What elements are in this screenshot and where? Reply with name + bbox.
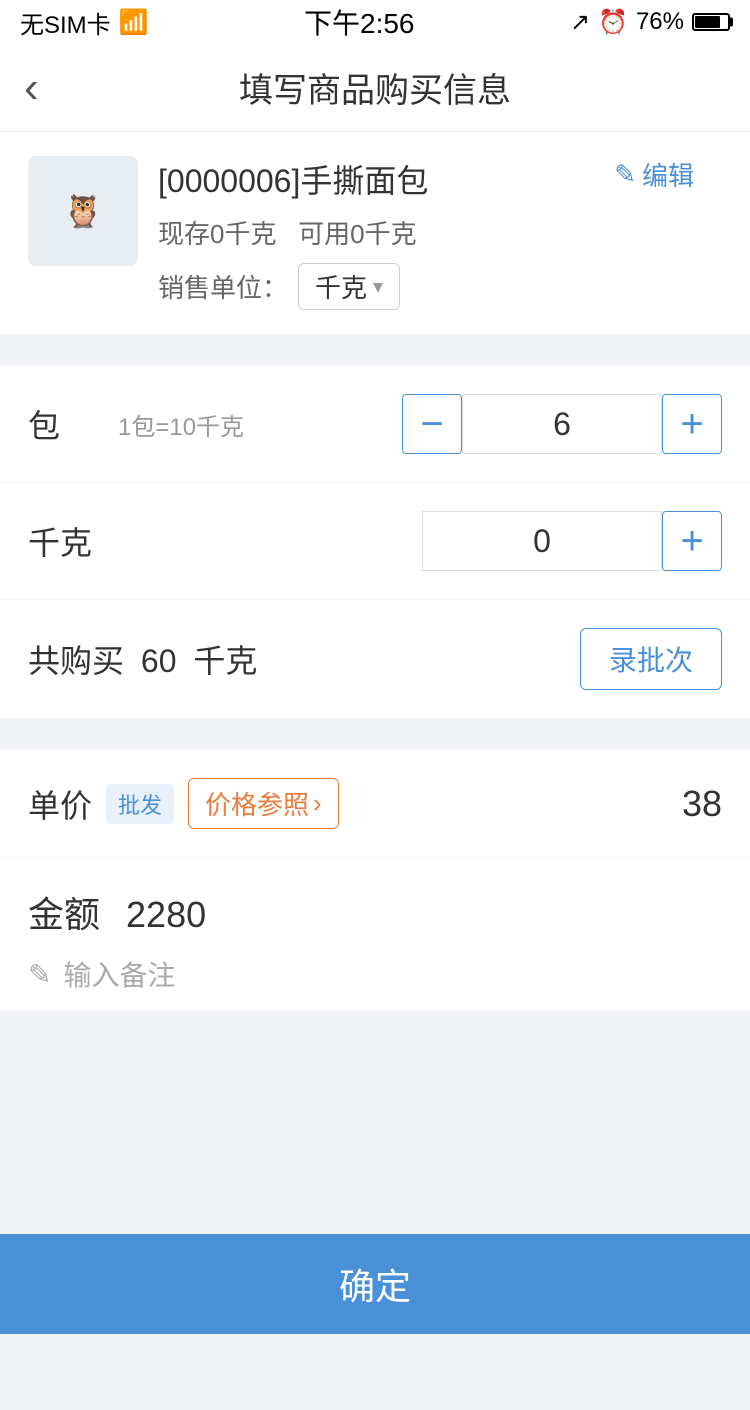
package-controls: − +: [402, 394, 722, 454]
back-icon: ‹: [24, 63, 39, 113]
product-stock: 现存0千克 可用0千克: [158, 214, 722, 251]
battery-tip: [730, 18, 733, 27]
product-card: 🦉 [0000006]手撕面包 现存0千克 可用0千克 销售单位： 千克 ▾ ✎…: [0, 132, 750, 334]
back-button[interactable]: ‹: [24, 63, 39, 113]
wifi-icon: 📶: [119, 8, 149, 37]
battery-text: 76%: [636, 8, 684, 36]
section-divider-2: [0, 718, 750, 734]
price-ref-arrow: ›: [313, 788, 322, 819]
amount-section: 金额 2280 ✎ 输入备注: [0, 858, 750, 1010]
bottom-spacer: [0, 1010, 750, 1410]
total-label: 共购买 60 千克: [28, 636, 257, 682]
batch-button[interactable]: 录批次: [580, 628, 722, 690]
product-image: 🦉: [28, 156, 138, 266]
package-label: 包: [28, 401, 108, 447]
kg-row: 千克 +: [0, 483, 750, 600]
form-section: 包 1包=10千克 − + 千克 +: [0, 366, 750, 600]
amount-row: 金额 2280: [28, 886, 722, 938]
package-input[interactable]: [462, 394, 662, 454]
package-conversion: 1包=10千克: [118, 407, 244, 442]
battery-icon: [692, 13, 730, 31]
nav-bar: ‹ 填写商品购买信息: [0, 44, 750, 132]
amount-label: 金额: [28, 894, 100, 935]
edit-button[interactable]: ✎ 编辑: [614, 156, 694, 193]
status-right: ↗ ⏰ 76%: [570, 8, 730, 37]
price-label: 单价: [28, 781, 92, 827]
kg-input[interactable]: [422, 511, 662, 571]
product-details: [0000006]手撕面包 现存0千克 可用0千克 销售单位： 千克 ▾ ✎ 编…: [158, 156, 722, 310]
note-icon: ✎: [28, 958, 51, 991]
note-row[interactable]: ✎ 输入备注: [28, 954, 722, 994]
confirm-button[interactable]: 确定: [0, 1234, 750, 1334]
kg-controls: +: [422, 511, 722, 571]
page-title: 填写商品购买信息: [239, 63, 511, 112]
package-plus-button[interactable]: +: [662, 394, 722, 454]
battery-fill: [695, 16, 720, 28]
price-value: 38: [682, 783, 722, 825]
status-time: 下午2:56: [304, 2, 415, 42]
package-minus-button[interactable]: −: [402, 394, 462, 454]
product-logo: 🦉: [63, 192, 103, 230]
price-ref-button[interactable]: 价格参照 ›: [188, 778, 339, 829]
kg-label: 千克: [28, 518, 108, 564]
note-placeholder: 输入备注: [63, 954, 175, 994]
alarm-icon: ⏰: [598, 8, 628, 37]
amount-value: 2280: [126, 894, 206, 935]
status-left: 无SIM卡 📶: [20, 5, 149, 40]
total-row: 共购买 60 千克 录批次: [0, 600, 750, 718]
package-row: 包 1包=10千克 − +: [0, 366, 750, 483]
section-divider-1: [0, 350, 750, 366]
kg-plus-button[interactable]: +: [662, 511, 722, 571]
price-row: 单价 批发 价格参照 › 38: [0, 750, 750, 858]
price-section: 单价 批发 价格参照 › 38: [0, 750, 750, 858]
product-unit-row: 销售单位： 千克 ▾: [158, 263, 722, 310]
status-bar: 无SIM卡 📶 下午2:56 ↗ ⏰ 76%: [0, 0, 750, 44]
location-icon: ↗: [570, 8, 590, 37]
dropdown-icon: ▾: [373, 274, 383, 299]
carrier-text: 无SIM卡: [20, 5, 111, 40]
price-tag: 批发: [106, 784, 174, 824]
unit-select[interactable]: 千克 ▾: [298, 263, 400, 310]
edit-icon: ✎: [614, 159, 636, 190]
